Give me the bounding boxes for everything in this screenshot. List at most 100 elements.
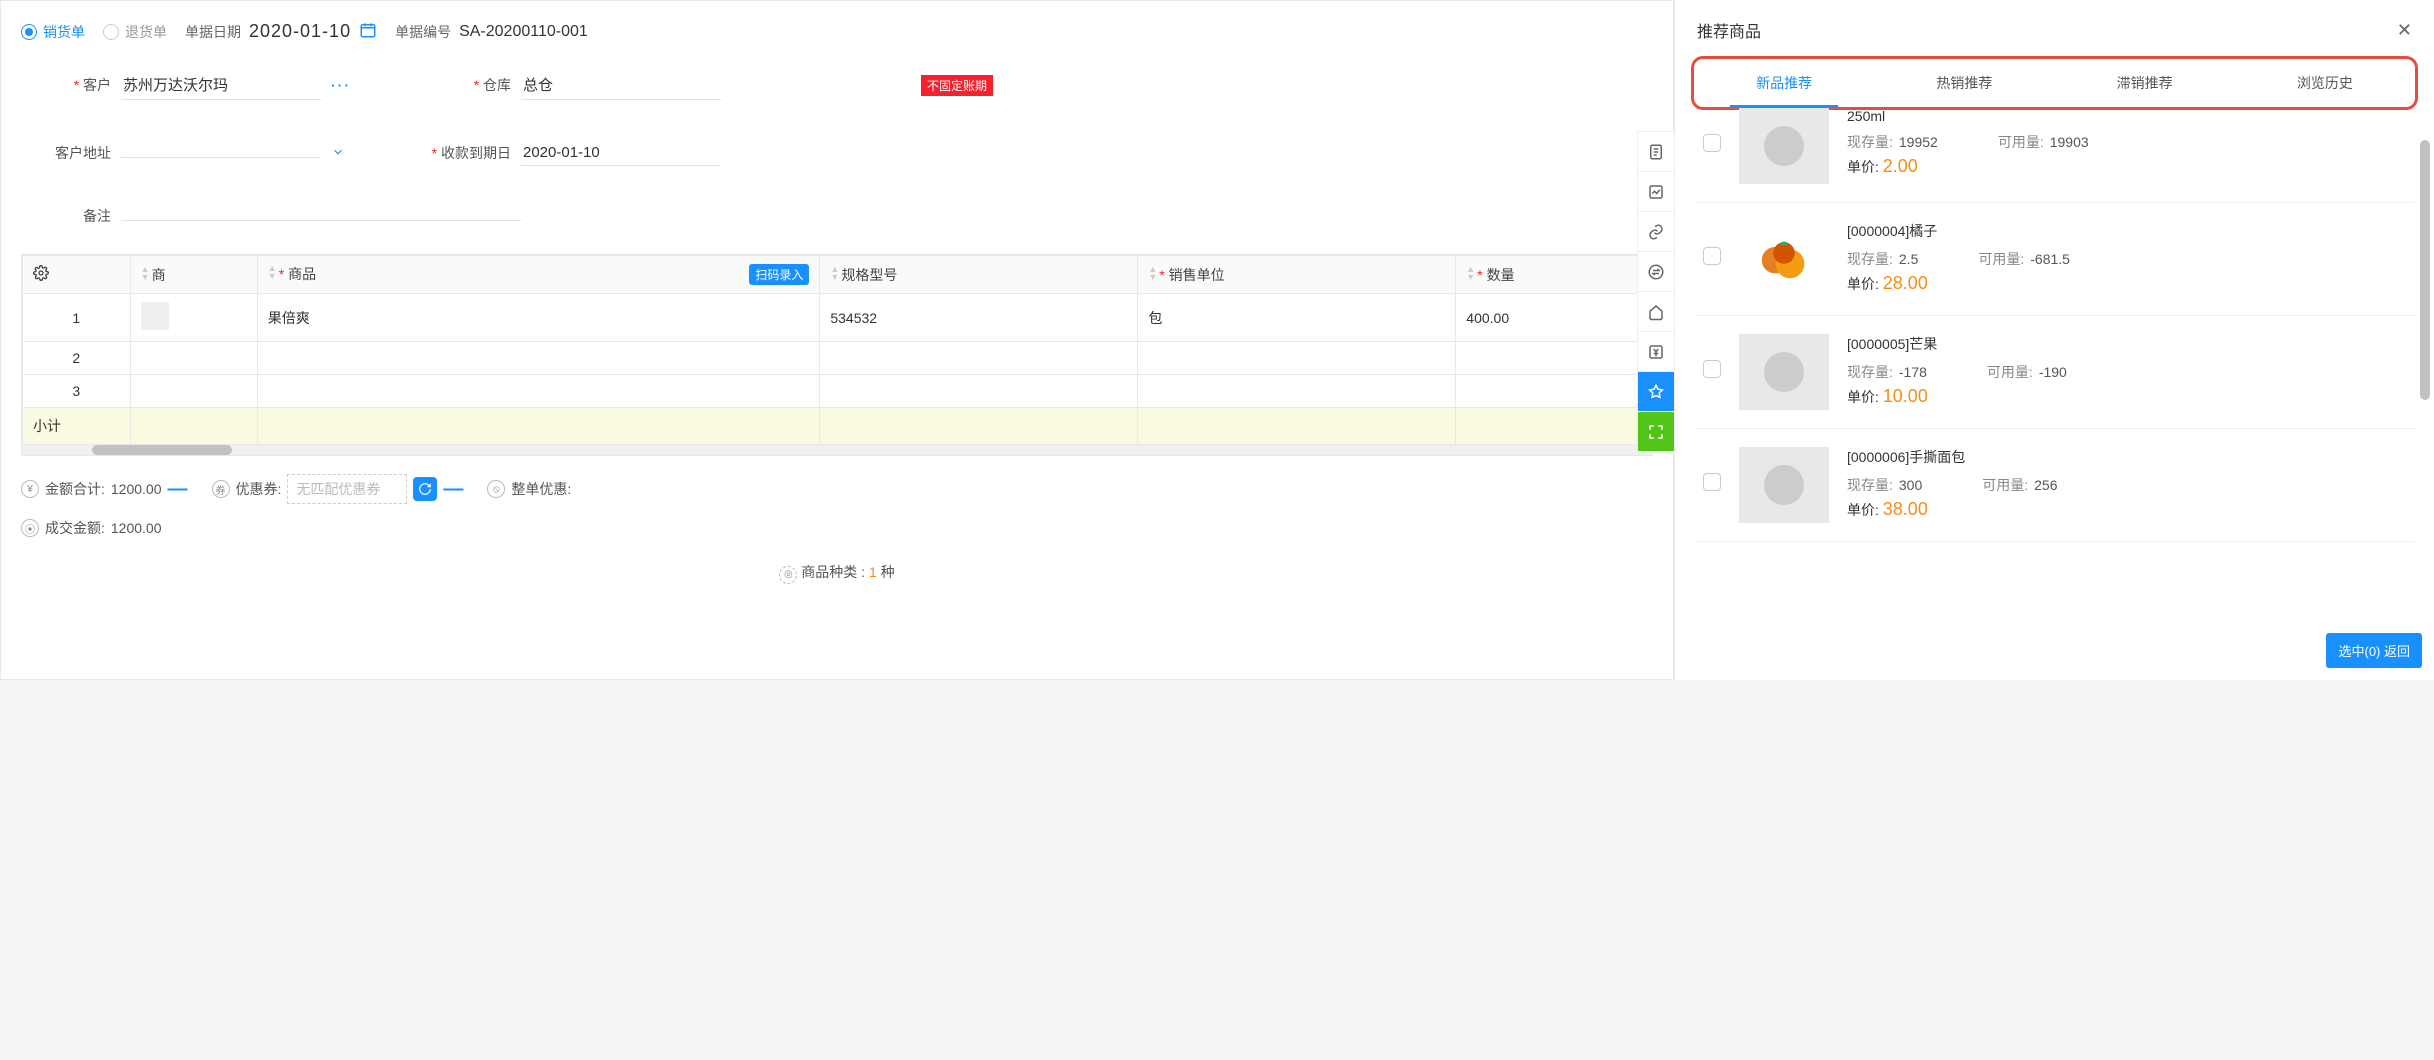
rail-currency-icon[interactable]	[1638, 332, 1674, 372]
fixed-period-badge-row: 不固定账期	[921, 70, 993, 100]
coupon-input[interactable]: 无匹配优惠券	[287, 474, 407, 504]
chevron-down-icon[interactable]	[331, 145, 345, 162]
sales-order-panel: 销货单 退货单 单据日期 2020-01-10 单据编号 SA-20200110…	[0, 0, 1674, 680]
tab-slow[interactable]: 滞销推荐	[2055, 59, 2235, 107]
remark-row: 备注	[21, 206, 521, 226]
v-scrollbar[interactable]	[2420, 140, 2430, 400]
rail-doc-icon[interactable]	[1638, 132, 1674, 172]
product-thumb	[1739, 447, 1829, 523]
tab-return[interactable]: 退货单	[103, 22, 167, 42]
radio-icon	[103, 24, 119, 40]
row-name[interactable]: 果倍爽	[257, 294, 820, 342]
col-spec[interactable]: ▲▼规格型号	[820, 256, 1138, 294]
col-unit[interactable]: ▲▼* 销售单位	[1138, 256, 1456, 294]
tab-hot[interactable]: 热销推荐	[1874, 59, 2054, 107]
rail-house-icon[interactable]	[1638, 292, 1674, 332]
doc-no-label: 单据编号	[395, 22, 451, 42]
more-icon[interactable]: ···	[331, 77, 351, 93]
top-tab-row: 销货单 退货单 单据日期 2020-01-10 单据编号 SA-20200110…	[21, 21, 1653, 52]
deal-label: 成交金额:	[45, 518, 105, 538]
row-unit[interactable]: 包	[1138, 294, 1456, 342]
customer-label: 客户	[21, 75, 111, 95]
table-row[interactable]: 2	[23, 342, 1652, 375]
addr-input[interactable]	[121, 149, 321, 158]
doc-date-label: 单据日期	[185, 22, 241, 42]
warehouse-row: 仓库 总仓	[421, 70, 781, 100]
checkbox[interactable]	[1703, 247, 1721, 265]
rail-star-icon[interactable]	[1638, 372, 1674, 412]
doc-date-value[interactable]: 2020-01-10	[249, 21, 351, 42]
deal-value: 1200.00	[111, 520, 162, 536]
list-item[interactable]: [0000005]芒果 现存量:-178 可用量:-190 单价: 10.00	[1695, 316, 2414, 429]
avail-value: 19903	[2050, 134, 2089, 150]
product-title: [0000005]芒果	[1847, 334, 2406, 362]
row-qty[interactable]: 400.00	[1456, 294, 1652, 342]
minus-icon: —	[443, 478, 463, 501]
remark-input[interactable]	[121, 212, 521, 221]
product-thumb	[1739, 221, 1829, 297]
stock-value: 19952	[1899, 134, 1938, 150]
sku-value: 1	[869, 564, 877, 580]
yen-icon: ¥	[21, 480, 39, 498]
warehouse-input[interactable]: 总仓	[521, 70, 721, 100]
rail-expand-icon[interactable]	[1638, 412, 1674, 452]
totals-row: ¥ 金额合计: 1200.00 — 券 优惠券: 无匹配优惠券 — ⦸ 整单优惠…	[21, 456, 1653, 514]
tab-sales[interactable]: 销货单	[21, 22, 85, 42]
h-scrollbar[interactable]	[22, 445, 1652, 455]
tab-new[interactable]: 新品推荐	[1694, 59, 1874, 107]
tabs-highlight: 新品推荐 热销推荐 滞销推荐 浏览历史	[1691, 56, 2418, 110]
tag-icon: ◎	[779, 566, 797, 584]
gear-icon[interactable]	[23, 256, 131, 294]
sku-summary: ◎ 商品种类 : 1 种	[21, 548, 1653, 584]
amount-label: 金额合计:	[45, 479, 105, 499]
coupon-label: 优惠券:	[236, 479, 282, 499]
recommend-tabs: 新品推荐 热销推荐 滞销推荐 浏览历史	[1694, 59, 2415, 107]
checkbox[interactable]	[1703, 134, 1721, 152]
addr-label: 客户地址	[21, 143, 111, 163]
selected-return-button[interactable]: 选中(0) 返回	[2326, 633, 2422, 668]
calendar-icon[interactable]	[359, 21, 377, 42]
sku-label: 商品种类 :	[801, 564, 865, 580]
col-name[interactable]: ▲▼* 商品扫码录入	[257, 256, 820, 294]
tab-sales-label: 销货单	[43, 22, 85, 42]
col-qty[interactable]: ▲▼* 数量	[1456, 256, 1652, 294]
checkbox[interactable]	[1703, 473, 1721, 491]
customer-row: 客户 苏州万达沃尔玛 ···	[21, 70, 381, 100]
table-row[interactable]: 3	[23, 375, 1652, 408]
row-spec[interactable]: 534532	[820, 294, 1138, 342]
table-row[interactable]: 1 果倍爽 534532 包 400.00	[23, 294, 1652, 342]
reload-icon[interactable]	[413, 477, 437, 501]
addr-row: 客户地址	[21, 140, 381, 166]
rail-swap-icon[interactable]	[1638, 252, 1674, 292]
ticket-icon: 券	[212, 480, 230, 498]
row-thumb	[130, 294, 257, 342]
close-icon[interactable]: ✕	[2397, 20, 2412, 41]
tab-history[interactable]: 浏览历史	[2235, 59, 2415, 107]
row-no: 1	[23, 294, 131, 342]
list-item[interactable]: [0000006]手撕面包 现存量:300 可用量:256 单价: 38.00	[1695, 429, 2414, 542]
due-label: 收款到期日	[421, 143, 511, 163]
scan-button[interactable]: 扫码录入	[749, 264, 809, 285]
list-item[interactable]: [0000004]橘子 现存量:2.5 可用量:-681.5 单价: 28.00	[1695, 203, 2414, 316]
warehouse-label: 仓库	[421, 75, 511, 95]
product-title: [0000004]橘子	[1847, 221, 2406, 249]
doc-no-field: 单据编号 SA-20200110-001	[395, 22, 588, 42]
checkbox[interactable]	[1703, 360, 1721, 378]
form-area: 客户 苏州万达沃尔玛 ··· 仓库 总仓 不固定账期 客户地址 收款到期日	[21, 52, 1653, 244]
product-thumb	[1739, 334, 1829, 410]
due-input[interactable]: 2020-01-10	[521, 140, 721, 166]
panel-title: 推荐商品	[1697, 18, 1761, 42]
side-rail	[1637, 131, 1675, 453]
remark-label: 备注	[21, 206, 111, 226]
product-list[interactable]: 250ml 现存量:19952 可用量:19903 单价: 2.00 [0000…	[1675, 104, 2434, 680]
sku-unit: 种	[881, 564, 895, 580]
rail-link-icon[interactable]	[1638, 212, 1674, 252]
subtotal-row: 小计	[23, 408, 1652, 445]
radio-icon	[21, 24, 37, 40]
list-item[interactable]: 250ml 现存量:19952 可用量:19903 单价: 2.00	[1695, 104, 2414, 203]
col-img[interactable]: ▲▼商	[130, 256, 257, 294]
discount-icon: ⦸	[487, 480, 505, 498]
rail-chart-icon[interactable]	[1638, 172, 1674, 212]
customer-input[interactable]: 苏州万达沃尔玛	[121, 70, 321, 100]
price-value: 2.00	[1883, 156, 1918, 176]
